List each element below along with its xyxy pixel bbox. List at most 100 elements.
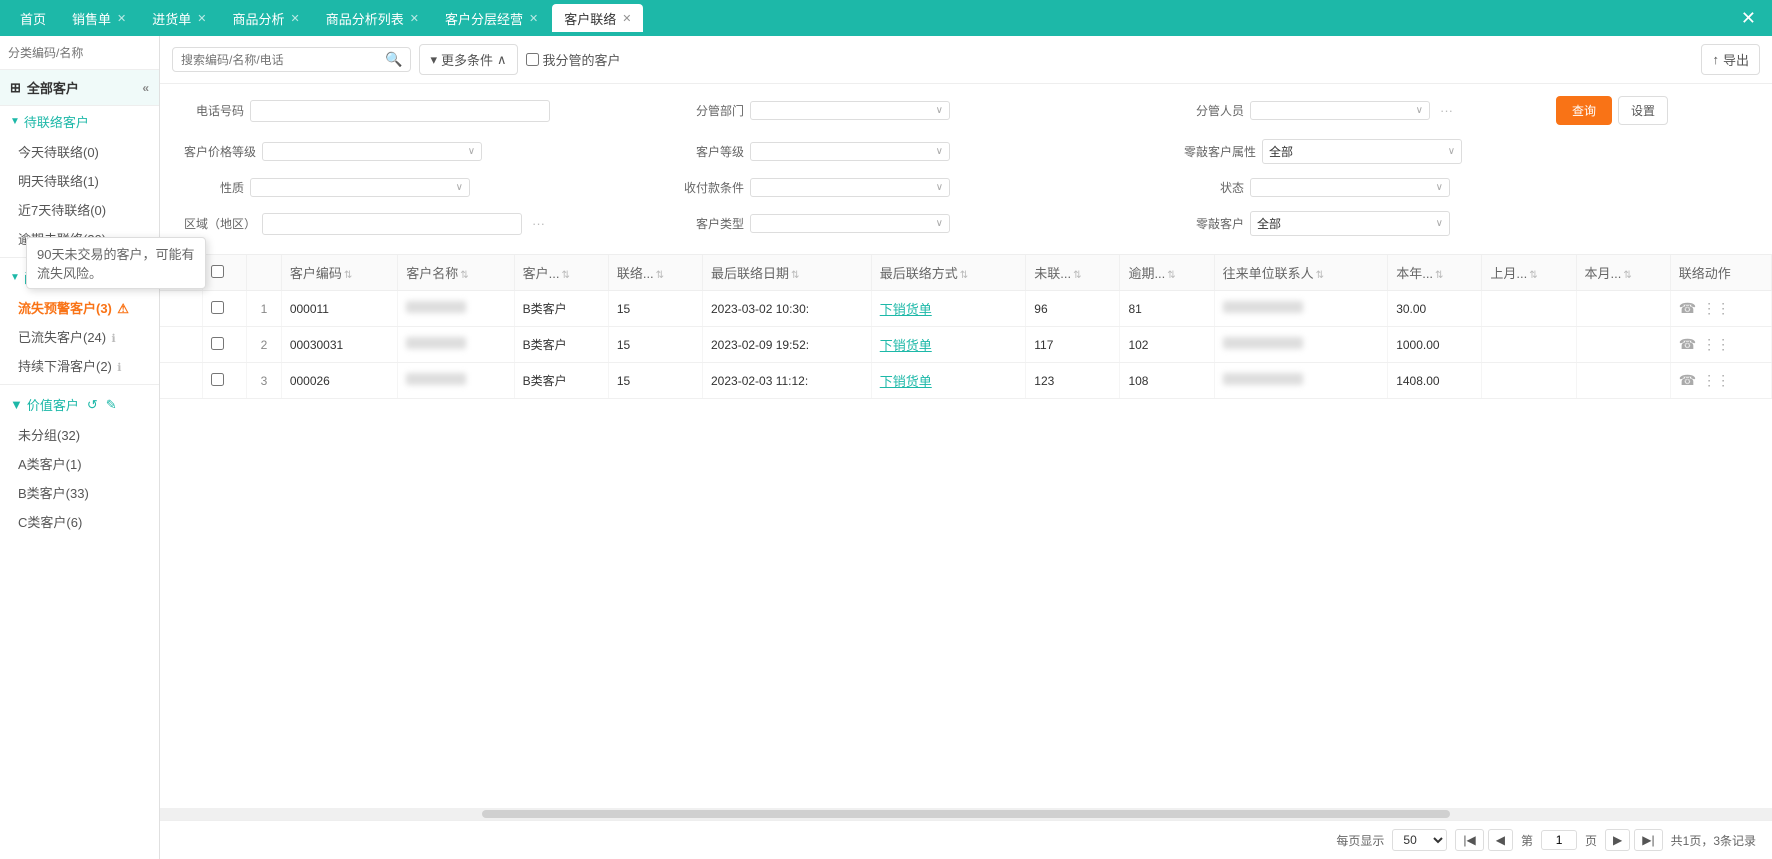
close-purchase-icon[interactable]: ✕ [197,12,206,25]
th-name[interactable]: 客户名称⇅ [398,255,514,291]
action-call-icon-1[interactable]: ☎ [1679,336,1696,353]
th-overdue[interactable]: 逾期...⇅ [1120,255,1214,291]
cell-checkbox-1[interactable] [203,327,247,363]
action-call-icon-0[interactable]: ☎ [1679,300,1696,317]
export-btn[interactable]: ↑ 导出 [1701,44,1760,75]
link-method-1[interactable]: 下销货单 [880,338,932,353]
sidebar-item-7days-pending[interactable]: 近7天待联络(0) [0,195,159,224]
close-goods-analysis-icon[interactable]: ✕ [291,12,300,25]
cell-checkbox-0[interactable] [203,291,247,327]
refresh-value-icon[interactable]: ↺ [87,397,98,413]
page-prev-btn[interactable]: ◀ [1488,829,1513,851]
cell-action-0[interactable]: ☎ ⋮⋮ [1670,291,1771,327]
sidebar-item-today-pending[interactable]: 今天待联络(0) [0,137,159,166]
close-customer-connect-icon[interactable]: ✕ [622,12,631,25]
tab-customer-tier[interactable]: 客户分层经营 ✕ [433,4,550,32]
link-method-0[interactable]: 下销货单 [880,302,932,317]
tab-goods-analysis-list[interactable]: 商品分析列表 ✕ [314,4,431,32]
tab-purchase[interactable]: 进货单 ✕ [140,4,218,32]
window-close-icon[interactable]: ✕ [1733,8,1764,29]
action-more-icon-0[interactable]: ⋮⋮ [1702,300,1730,317]
my-customers-checkbox-wrap[interactable]: 我分管的客户 [526,50,621,69]
sidebar-item-b-class[interactable]: B类客户(33) [0,478,159,507]
row-checkbox-2[interactable] [211,373,224,386]
row-checkbox-0[interactable] [211,301,224,314]
page-first-btn[interactable]: |◀ [1455,829,1483,851]
row-checkbox-1[interactable] [211,337,224,350]
filter-price-tier-select[interactable]: ∨ [262,142,482,161]
sidebar-item-ungrouped[interactable]: 未分组(32) [0,420,159,449]
select-all-checkbox[interactable] [211,265,224,278]
filter-region-input[interactable] [262,213,522,235]
page-last-btn[interactable]: ▶| [1634,829,1662,851]
th-this-year[interactable]: 本年...⇅ [1388,255,1482,291]
th-tier[interactable]: 客户...⇅ [514,255,608,291]
my-customers-checkbox[interactable] [526,53,539,66]
sidebar-item-tomorrow-pending[interactable]: 明天待联络(1) [0,166,159,195]
filter-customer-level-select[interactable]: ∨ [750,142,950,161]
cell-last-method-0[interactable]: 下销货单 [871,291,1026,327]
horizontal-scrollbar[interactable] [160,808,1772,820]
th-checkbox[interactable] [203,255,247,291]
filter-dept-select[interactable]: ∨ [750,101,950,120]
filter-status-select[interactable]: ∨ [1250,178,1450,197]
settings-btn[interactable]: 设置 [1618,96,1668,125]
sidebar-item-declining[interactable]: 持续下滑客户(2) ℹ [0,351,159,380]
th-last-method[interactable]: 最后联络方式⇅ [871,255,1026,291]
th-code[interactable]: 客户编码⇅ [281,255,397,291]
search-submit-icon[interactable]: 🔍 [385,51,402,68]
th-overdue-label: 逾期... [1128,266,1165,281]
sidebar-group-value[interactable]: ▼ 价值客户 ↺ ✎ [0,389,159,420]
cell-last-method-1[interactable]: 下销货单 [871,327,1026,363]
close-customer-tier-icon[interactable]: ✕ [529,12,538,25]
sidebar-item-churn-warning[interactable]: 流失预警客户(3) ⚠ [0,293,159,322]
th-contact[interactable]: 联络...⇅ [608,255,702,291]
tab-home[interactable]: 首页 [8,4,58,32]
sidebar-group-pending[interactable]: ▼ 待联络客户 [0,106,159,137]
blurred-unit-0 [1223,301,1303,313]
filter-customer-type-select[interactable]: ∨ [750,214,950,233]
th-last-date[interactable]: 最后联络日期⇅ [703,255,872,291]
query-btn[interactable]: 查询 [1556,96,1612,125]
cell-this-year-1: 1000.00 [1388,327,1482,363]
edit-value-icon[interactable]: ✎ [106,397,117,413]
filter-payment-select[interactable]: ∨ [750,178,950,197]
action-more-icon-1[interactable]: ⋮⋮ [1702,336,1730,353]
th-last-month[interactable]: 上月...⇅ [1482,255,1576,291]
tab-customer-connect[interactable]: 客户联络 ✕ [552,4,643,32]
filter-person-dots[interactable]: ··· [1436,103,1457,118]
th-not-contacted[interactable]: 未联...⇅ [1026,255,1120,291]
tab-sales[interactable]: 销售单 ✕ [60,4,138,32]
filter-person-select[interactable]: ∨ [1250,101,1430,120]
action-call-icon-2[interactable]: ☎ [1679,372,1696,389]
th-this-month[interactable]: 本月...⇅ [1576,255,1670,291]
cell-last-method-2[interactable]: 下销货单 [871,363,1026,399]
scroll-thumb[interactable] [482,810,1449,818]
main-search-input[interactable] [181,53,381,67]
sidebar-item-c-class[interactable]: C类客户(6) [0,507,159,536]
sidebar-item-a-class[interactable]: A类客户(1) [0,449,159,478]
filter-zero-attr-select[interactable]: 全部 ∨ [1262,139,1462,164]
close-sales-icon[interactable]: ✕ [117,12,126,25]
per-page-select[interactable]: 50 100 200 [1392,829,1447,851]
sidebar-item-churned[interactable]: 已流失客户(24) ℹ [0,322,159,351]
filter-zero-customer-select[interactable]: 全部 ∨ [1250,211,1450,236]
th-unit-contact[interactable]: 往来单位联系人⇅ [1214,255,1388,291]
sidebar-all-customers[interactable]: ⊞ 全部客户 « [0,70,159,106]
page-input[interactable] [1541,830,1577,850]
tab-goods-analysis[interactable]: 商品分析 ✕ [220,4,311,32]
blurred-name-1 [406,337,466,349]
close-goods-analysis-list-icon[interactable]: ✕ [410,12,419,25]
filter-region-dots[interactable]: ··· [528,216,549,231]
page-next-btn[interactable]: ▶ [1605,829,1630,851]
cell-checkbox-2[interactable] [203,363,247,399]
cell-action-2[interactable]: ☎ ⋮⋮ [1670,363,1771,399]
sort-this-month-icon: ⇅ [1623,270,1631,281]
filter-gender-select[interactable]: ∨ [250,178,470,197]
filter-phone-input[interactable] [250,100,550,122]
cell-action-1[interactable]: ☎ ⋮⋮ [1670,327,1771,363]
action-more-icon-2[interactable]: ⋮⋮ [1702,372,1730,389]
sidebar-search-input[interactable] [8,46,160,60]
link-method-2[interactable]: 下销货单 [880,374,932,389]
more-conditions-btn[interactable]: ▾ 更多条件 ∧ [419,44,517,75]
